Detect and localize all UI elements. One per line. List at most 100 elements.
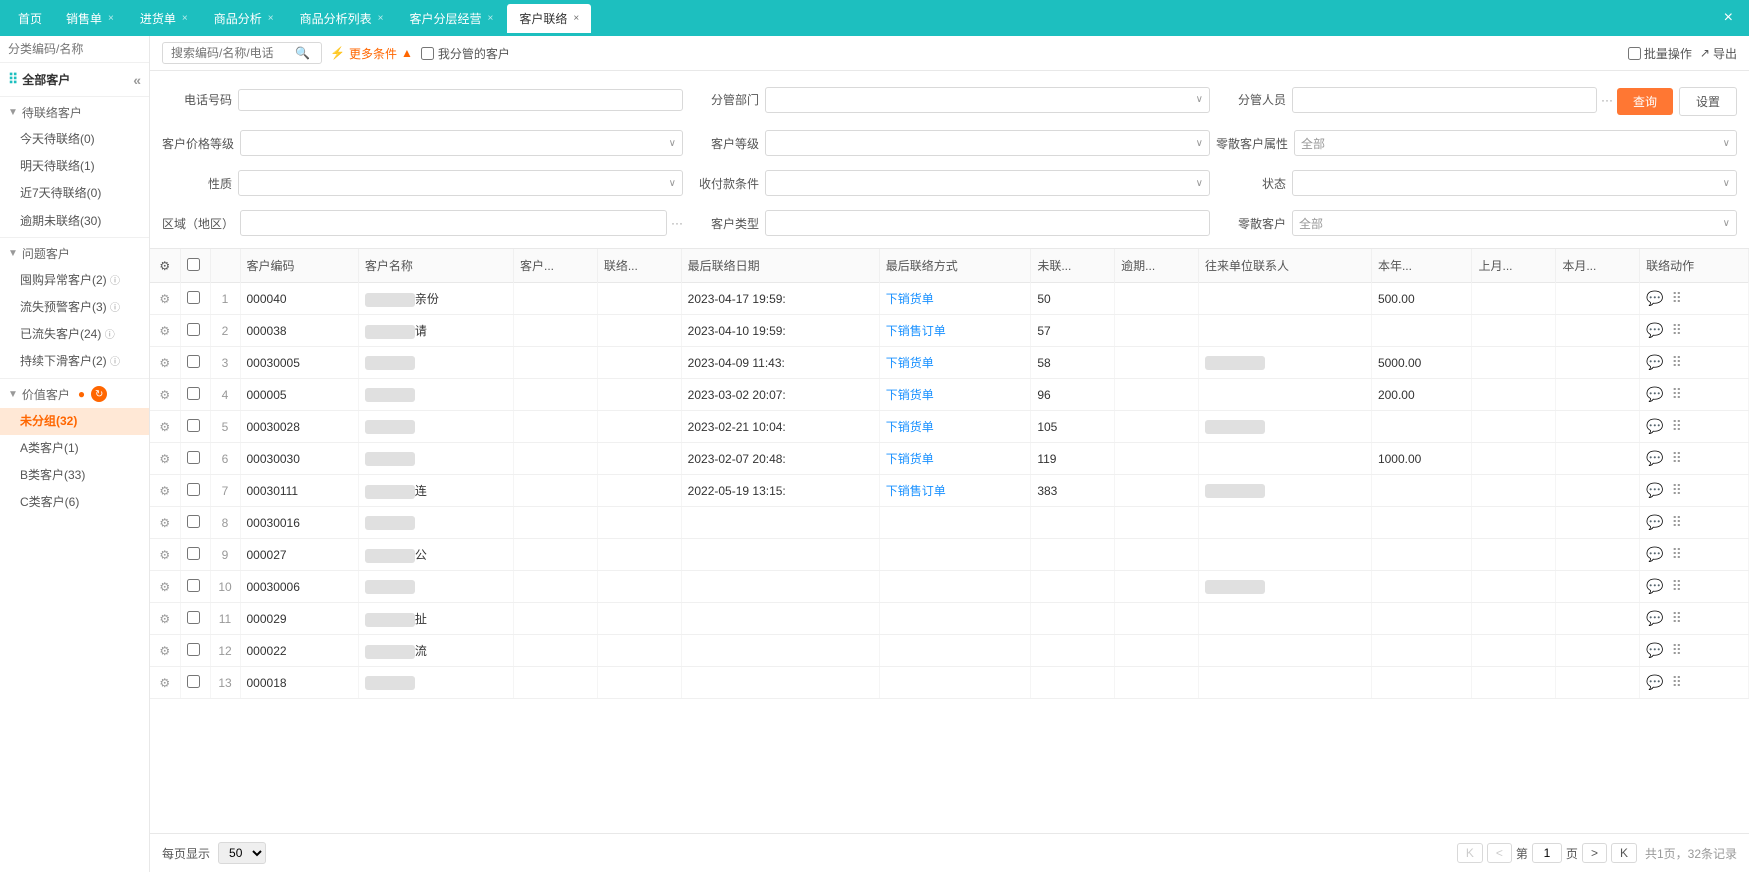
last-month-header[interactable]: 上月... — [1472, 249, 1556, 283]
next-page-button[interactable]: > — [1582, 843, 1607, 863]
row-name[interactable] — [358, 347, 513, 379]
select-all-checkbox[interactable] — [187, 258, 200, 271]
row-actions[interactable]: 💬 ⠿ — [1640, 667, 1749, 699]
contact-icon[interactable]: 💬 — [1646, 290, 1663, 307]
sidebar-search-input[interactable] — [8, 42, 150, 56]
row-checkbox[interactable] — [180, 443, 210, 475]
more-actions-icon[interactable]: ⠿ — [1672, 322, 1682, 339]
row-name[interactable]: 公 — [358, 539, 513, 571]
batch-op-button[interactable]: 批量操作 — [1628, 45, 1692, 62]
row-last-contact-way[interactable]: 下销货单 — [879, 411, 1031, 443]
home-tab[interactable]: 首页 — [8, 4, 52, 33]
row-select-checkbox[interactable] — [187, 291, 200, 304]
status-select[interactable]: ∨ — [1292, 170, 1737, 196]
sidebar-item-declining[interactable]: 持续下滑客户(2) ⓘ — [0, 348, 149, 375]
row-settings[interactable]: ⚙ — [150, 379, 180, 411]
contact-way-link[interactable]: 下销货单 — [886, 388, 934, 402]
row-actions[interactable]: 💬 ⠿ — [1640, 475, 1749, 507]
tab-product-analysis-list[interactable]: 商品分析列表 × — [288, 4, 396, 33]
tab-purchase-order[interactable]: 进货单 × — [128, 4, 200, 33]
reset-button[interactable]: 设置 — [1679, 87, 1737, 116]
more-actions-icon[interactable]: ⠿ — [1672, 514, 1682, 531]
sidebar-item-churn-warning[interactable]: 流失预警客户(3) ⓘ — [0, 294, 149, 321]
row-actions[interactable]: 💬 ⠿ — [1640, 539, 1749, 571]
phone-input[interactable] — [238, 89, 683, 111]
row-settings[interactable]: ⚙ — [150, 315, 180, 347]
search-box[interactable]: 🔍 — [162, 42, 322, 64]
sidebar-item-today-pending[interactable]: 今天待联络(0) — [0, 126, 149, 153]
row-name[interactable] — [358, 411, 513, 443]
row-checkbox[interactable] — [180, 347, 210, 379]
contact-way-link[interactable]: 下销货单 — [886, 356, 934, 370]
row-checkbox[interactable] — [180, 475, 210, 507]
row-checkbox[interactable] — [180, 539, 210, 571]
close-tab-sales[interactable]: × — [108, 13, 114, 24]
gender-select[interactable]: ∨ — [238, 170, 683, 196]
contact-column-header[interactable]: 联络... — [597, 249, 681, 283]
row-settings[interactable]: ⚙ — [150, 443, 180, 475]
row-settings[interactable]: ⚙ — [150, 603, 180, 635]
row-checkbox[interactable] — [180, 379, 210, 411]
tab-sales-order[interactable]: 销售单 × — [54, 4, 126, 33]
row-settings[interactable]: ⚙ — [150, 635, 180, 667]
no-contact-header[interactable]: 未联... — [1031, 249, 1115, 283]
row-actions[interactable]: 💬 ⠿ — [1640, 347, 1749, 379]
more-conditions-button[interactable]: ⚡ 更多条件 ▲ — [330, 45, 413, 62]
row-actions[interactable]: 💬 ⠿ — [1640, 411, 1749, 443]
contact-icon[interactable]: 💬 — [1646, 674, 1663, 691]
sidebar-item-class-c[interactable]: C类客户(6) — [0, 489, 149, 516]
row-last-contact-way[interactable]: 下销货单 — [879, 347, 1031, 379]
row-checkbox[interactable] — [180, 507, 210, 539]
row-name[interactable]: 扯 — [358, 603, 513, 635]
sidebar-item-ungrouped[interactable]: 未分组(32) — [0, 408, 149, 435]
more-actions-icon[interactable]: ⠿ — [1672, 386, 1682, 403]
sidebar-group-problem[interactable]: ▼ 问题客户 — [0, 240, 149, 267]
row-actions[interactable]: 💬 ⠿ — [1640, 443, 1749, 475]
search-icon[interactable]: 🔍 — [295, 46, 310, 60]
my-customers-checkbox[interactable]: 我分管的客户 — [421, 45, 510, 62]
row-select-checkbox[interactable] — [187, 419, 200, 432]
code-column-header[interactable]: 客户编码 — [240, 249, 358, 283]
contact-icon[interactable]: 💬 — [1646, 546, 1663, 563]
row-settings[interactable]: ⚙ — [150, 475, 180, 507]
close-all-button[interactable]: × — [1716, 5, 1741, 31]
close-tab-contact[interactable]: × — [573, 13, 579, 24]
manager-more-icon[interactable]: ··· — [1601, 93, 1613, 107]
row-settings[interactable]: ⚙ — [150, 539, 180, 571]
row-settings[interactable]: ⚙ — [150, 283, 180, 315]
row-actions[interactable]: 💬 ⠿ — [1640, 571, 1749, 603]
company-contact-header[interactable]: 往来单位联系人 — [1198, 249, 1371, 283]
page-number-input[interactable] — [1532, 843, 1562, 863]
sidebar-item-week-pending[interactable]: 近7天待联络(0) — [0, 180, 149, 207]
export-button[interactable]: ↗ 导出 — [1700, 45, 1737, 62]
row-actions[interactable]: 💬 ⠿ — [1640, 603, 1749, 635]
contact-icon[interactable]: 💬 — [1646, 386, 1663, 403]
all-customers-header[interactable]: ⠿ 全部客户 « — [0, 63, 149, 94]
my-customers-check[interactable] — [421, 47, 434, 60]
row-settings[interactable]: ⚙ — [150, 667, 180, 699]
select-all-header[interactable] — [180, 249, 210, 283]
row-name[interactable] — [358, 571, 513, 603]
contact-way-link[interactable]: 下销货单 — [886, 292, 934, 306]
row-select-checkbox[interactable] — [187, 675, 200, 688]
row-actions[interactable]: 💬 ⠿ — [1640, 315, 1749, 347]
sidebar-group-pending[interactable]: ▼ 待联络客户 — [0, 99, 149, 126]
this-year-header[interactable]: 本年... — [1371, 249, 1472, 283]
row-last-contact-way[interactable] — [879, 667, 1031, 699]
sidebar-item-class-a[interactable]: A类客户(1) — [0, 435, 149, 462]
sidebar-item-lost[interactable]: 已流失客户(24) ⓘ — [0, 321, 149, 348]
row-checkbox[interactable] — [180, 283, 210, 315]
more-actions-icon[interactable]: ⠿ — [1672, 354, 1682, 371]
row-actions[interactable]: 💬 ⠿ — [1640, 507, 1749, 539]
first-page-button[interactable]: K — [1457, 843, 1483, 863]
row-name[interactable]: 请 — [358, 315, 513, 347]
page-size-select[interactable]: 50 — [218, 842, 266, 864]
row-last-contact-way[interactable] — [879, 539, 1031, 571]
row-select-checkbox[interactable] — [187, 483, 200, 496]
sidebar-item-tomorrow-pending[interactable]: 明天待联络(1) — [0, 153, 149, 180]
row-last-contact-way[interactable] — [879, 603, 1031, 635]
sidebar-group-value[interactable]: ▼ 价值客户 ● ↻ — [0, 381, 149, 408]
settings-column-header[interactable]: ⚙ — [150, 249, 180, 283]
row-name[interactable] — [358, 443, 513, 475]
name-column-header[interactable]: 客户名称 — [358, 249, 513, 283]
